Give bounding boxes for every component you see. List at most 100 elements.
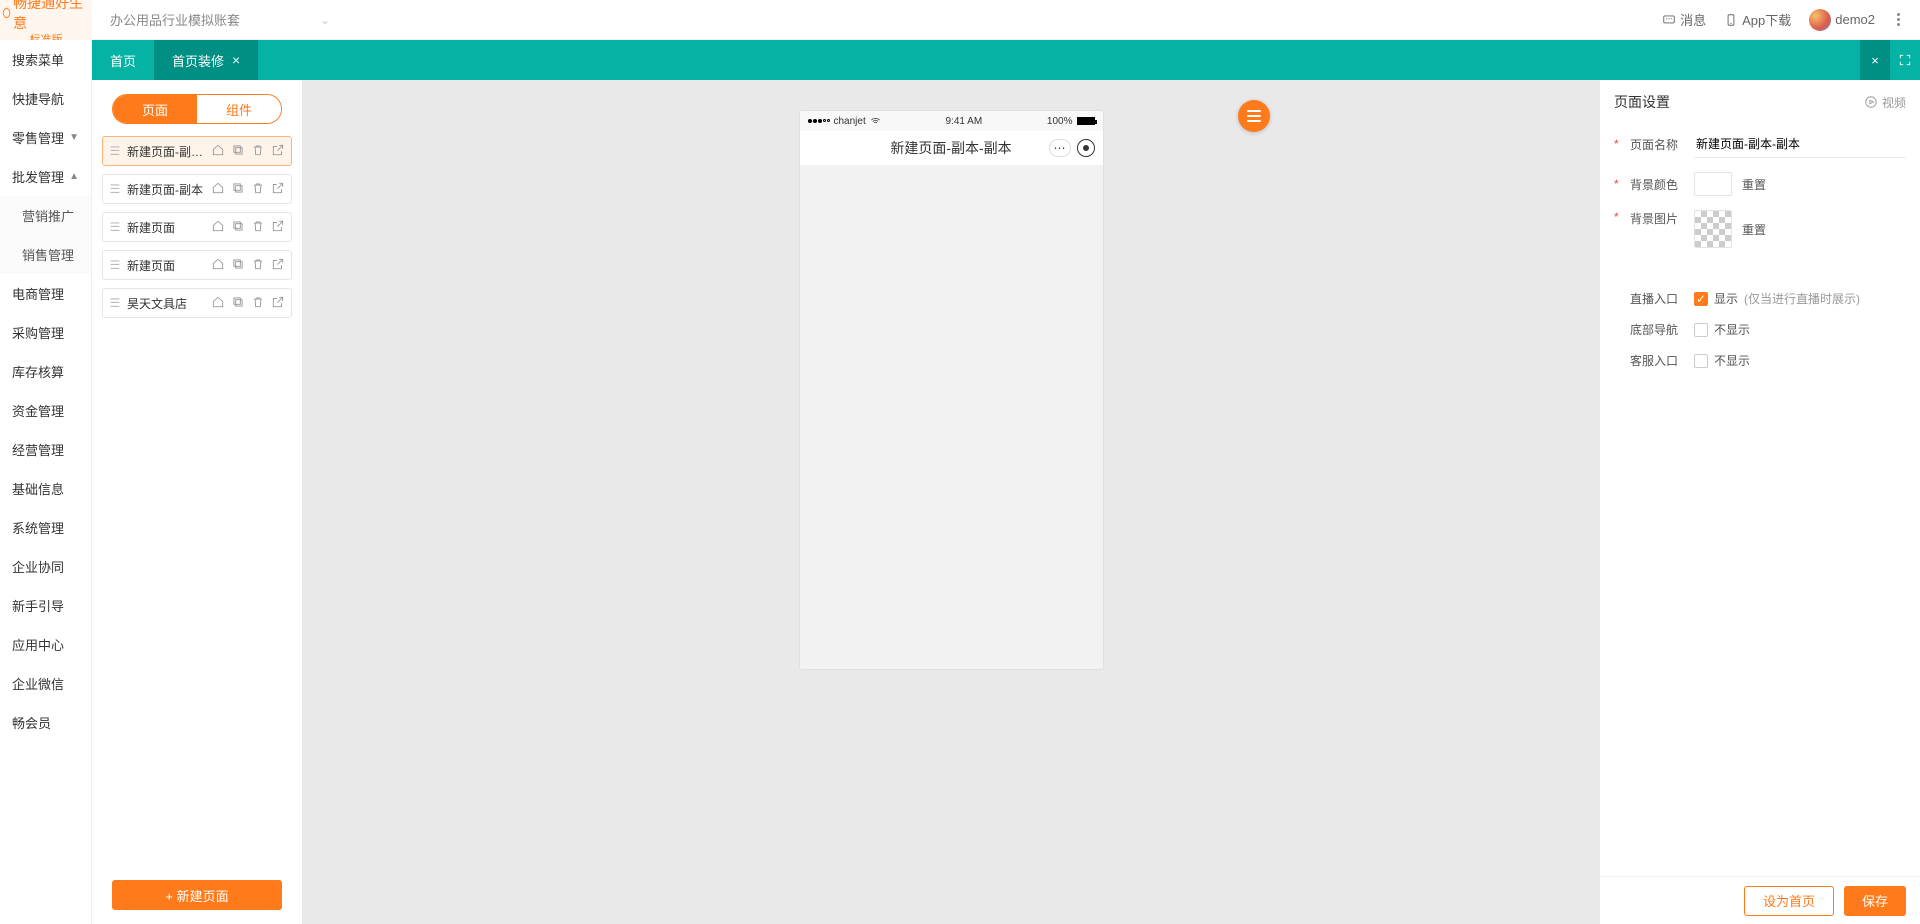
sidebar-item-system[interactable]: 系统管理	[0, 508, 91, 547]
page-copy-icon[interactable]	[231, 257, 245, 274]
phone-nav-bar: 新建页面-副本-副本 ⋯	[800, 131, 1103, 165]
add-page-button[interactable]: + 新建页面	[112, 880, 282, 910]
sidebar-item-search[interactable]: 搜索菜单	[0, 40, 91, 79]
page-home-icon[interactable]	[211, 181, 225, 198]
page-home-icon[interactable]	[211, 143, 225, 160]
page-row[interactable]: ☰新建页面-副本-...	[102, 136, 292, 166]
page-share-icon[interactable]	[271, 181, 285, 198]
page-home-icon[interactable]	[211, 295, 225, 312]
sidebar-item-ecom[interactable]: 电商管理	[0, 274, 91, 313]
page-row[interactable]: ☰ 新建页面-副本	[102, 174, 292, 204]
field-bg-image: *背景图片 重置	[1614, 210, 1906, 248]
page-home-icon[interactable]	[211, 257, 225, 274]
bg-image-picker[interactable]	[1694, 210, 1732, 248]
messages-link[interactable]: 消息	[1662, 10, 1706, 29]
sidebar-item-funds[interactable]: 资金管理	[0, 391, 91, 430]
sidebar-item-ops[interactable]: 经营管理	[0, 430, 91, 469]
drag-handle-icon[interactable]: ☰	[109, 220, 121, 234]
seg-component[interactable]: 组件	[197, 95, 281, 123]
sidebar-sub-marketing[interactable]: 营销推广	[0, 196, 91, 235]
sidebar: 搜索菜单 快捷导航 零售管理▼ 批发管理▲ 营销推广 销售管理 电商管理 采购管…	[0, 40, 92, 924]
page-row-name: 新建页面	[127, 257, 205, 274]
page-delete-icon[interactable]	[251, 181, 265, 198]
sidebar-sub-sales[interactable]: 销售管理	[0, 235, 91, 274]
settings-panel: 页面设置 视频 *页面名称 *背景颜色	[1600, 80, 1920, 924]
page-share-icon[interactable]	[271, 143, 285, 160]
page-delete-icon[interactable]	[251, 257, 265, 274]
user-menu[interactable]: demo2	[1809, 9, 1875, 31]
chevron-down-icon: ⌄	[320, 13, 330, 27]
sidebar-item-wecom[interactable]: 企业微信	[0, 664, 91, 703]
phone-icon	[1724, 13, 1738, 27]
sidebar-item-retail[interactable]: 零售管理▼	[0, 118, 91, 157]
page-copy-icon[interactable]	[231, 143, 245, 160]
page-copy-icon[interactable]	[231, 219, 245, 236]
sidebar-item-appcenter[interactable]: 应用中心	[0, 625, 91, 664]
page-share-icon[interactable]	[271, 219, 285, 236]
miniapp-close-icon[interactable]	[1077, 139, 1095, 157]
tab-close-icon[interactable]: ×	[232, 52, 240, 68]
live-entry-checkbox[interactable]: ✓ 显示 (仅当进行直播时展示)	[1694, 290, 1860, 307]
wifi-icon	[870, 116, 881, 127]
tab-bar: 首页 首页装修 × ×	[92, 40, 1920, 80]
seg-page[interactable]: 页面	[113, 95, 197, 123]
bg-color-swatch[interactable]	[1694, 172, 1732, 196]
tab-decorate[interactable]: 首页装修 ×	[154, 40, 258, 80]
page-share-icon[interactable]	[271, 257, 285, 274]
sidebar-sub-wholesale: 营销推广 销售管理	[0, 196, 91, 274]
set-home-button[interactable]: 设为首页	[1744, 886, 1834, 916]
tabs-close-all-icon[interactable]: ×	[1860, 40, 1890, 80]
sidebar-item-base[interactable]: 基础信息	[0, 469, 91, 508]
drag-handle-icon[interactable]: ☰	[109, 258, 121, 272]
page-delete-icon[interactable]	[251, 219, 265, 236]
sidebar-item-quicknav[interactable]: 快捷导航	[0, 79, 91, 118]
tab-home[interactable]: 首页	[92, 40, 154, 80]
page-row[interactable]: ☰ 昊天文具店	[102, 288, 292, 318]
field-bottom-nav: *底部导航 不显示	[1614, 321, 1906, 338]
account-selector[interactable]: 办公用品行业模拟账套 ⌄	[110, 10, 330, 29]
drag-handle-icon[interactable]: ☰	[109, 296, 121, 310]
sidebar-item-purchase[interactable]: 采购管理	[0, 313, 91, 352]
bottom-nav-checkbox[interactable]: 不显示	[1694, 321, 1750, 338]
bg-color-reset[interactable]: 重置	[1742, 176, 1766, 193]
miniapp-menu-icon[interactable]: ⋯	[1049, 139, 1071, 157]
drag-handle-icon[interactable]: ☰	[109, 182, 121, 196]
panel-tab-group: 页面 组件	[112, 94, 282, 124]
page-copy-icon[interactable]	[231, 181, 245, 198]
video-link[interactable]: 视频	[1864, 94, 1906, 111]
app-download-link[interactable]: App下载	[1724, 10, 1791, 29]
page-share-icon[interactable]	[271, 295, 285, 312]
caret-up-icon: ▲	[69, 171, 79, 182]
sidebar-item-coop[interactable]: 企业协同	[0, 547, 91, 586]
page-row-name: 新建页面-副本	[127, 181, 205, 198]
page-row-name: 昊天文具店	[127, 295, 205, 312]
field-bg-color: *背景颜色 重置	[1614, 172, 1906, 196]
sidebar-item-stock[interactable]: 库存核算	[0, 352, 91, 391]
field-live-entry: *直播入口 ✓ 显示 (仅当进行直播时展示)	[1614, 290, 1906, 307]
sidebar-item-guide[interactable]: 新手引导	[0, 586, 91, 625]
phone-preview: chanjet 9:41 AM 100% 新建页面-副本-副本 ⋯	[799, 110, 1104, 670]
page-row[interactable]: ☰新建页面	[102, 212, 292, 242]
page-delete-icon[interactable]	[251, 143, 265, 160]
fullscreen-icon[interactable]	[1890, 40, 1920, 80]
page-row[interactable]: ☰ 新建页面	[102, 250, 292, 280]
page-home-icon[interactable]	[211, 219, 225, 236]
caret-down-icon: ▼	[69, 132, 79, 143]
play-icon	[1864, 95, 1878, 109]
sidebar-item-member[interactable]: 畅会员	[0, 703, 91, 742]
panel-toggle-handle[interactable]	[1238, 100, 1270, 132]
brand-logo[interactable]: 畅捷通好生意 标准版	[0, 0, 92, 40]
phone-status-bar: chanjet 9:41 AM 100%	[800, 111, 1103, 131]
carrier-label: chanjet	[834, 116, 866, 127]
save-button[interactable]: 保存	[1844, 886, 1906, 916]
service-entry-checkbox[interactable]: 不显示	[1694, 352, 1750, 369]
page-delete-icon[interactable]	[251, 295, 265, 312]
drag-handle-icon[interactable]: ☰	[109, 144, 121, 158]
sidebar-item-wholesale[interactable]: 批发管理▲	[0, 157, 91, 196]
page-name-input[interactable]	[1694, 130, 1906, 158]
message-icon	[1662, 13, 1676, 27]
signal-icon	[808, 119, 830, 123]
page-copy-icon[interactable]	[231, 295, 245, 312]
more-menu-icon[interactable]	[1893, 13, 1904, 26]
bg-image-reset[interactable]: 重置	[1742, 221, 1766, 238]
